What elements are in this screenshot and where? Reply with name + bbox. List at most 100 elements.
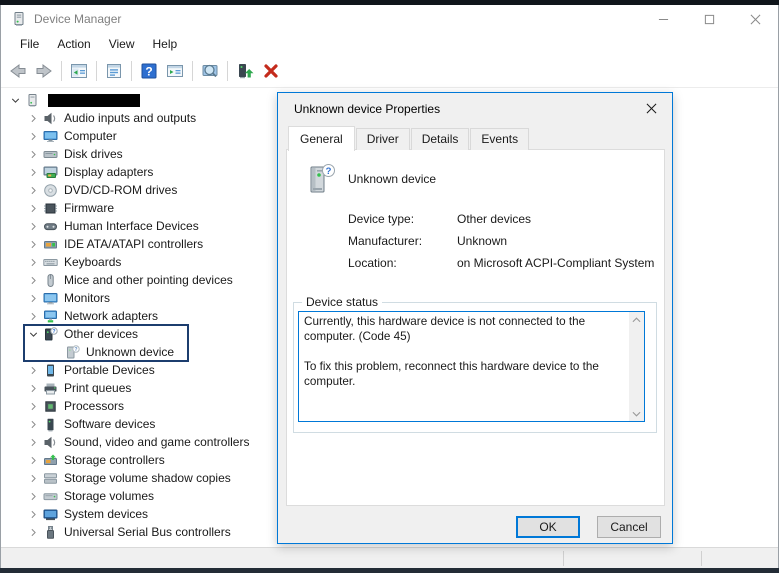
tree-item-label: Firmware bbox=[64, 201, 114, 215]
tree-item-label: Universal Serial Bus controllers bbox=[64, 525, 231, 539]
tab-driver[interactable]: Driver bbox=[356, 128, 410, 150]
chevron-collapsed-icon[interactable] bbox=[25, 110, 41, 126]
chevron-collapsed-icon[interactable] bbox=[25, 128, 41, 144]
cancel-button[interactable]: Cancel bbox=[597, 516, 661, 538]
computer-icon bbox=[43, 129, 58, 144]
close-icon[interactable] bbox=[732, 5, 778, 33]
chevron-collapsed-icon[interactable] bbox=[25, 488, 41, 504]
scan-hardware-changes-icon[interactable] bbox=[232, 58, 258, 84]
maximize-icon[interactable] bbox=[686, 5, 732, 33]
processor-icon bbox=[43, 399, 58, 414]
field-label: Manufacturer: bbox=[348, 234, 457, 248]
tree-item-label: Unknown device bbox=[86, 345, 174, 359]
other-devices-icon: ? bbox=[43, 327, 58, 342]
vertical-scrollbar[interactable] bbox=[629, 312, 644, 421]
console-tree-icon[interactable] bbox=[66, 58, 92, 84]
background-bottom-strip bbox=[0, 568, 779, 573]
ok-button[interactable]: OK bbox=[516, 516, 580, 538]
toolbar-separator bbox=[61, 61, 62, 81]
properties-icon[interactable] bbox=[101, 58, 127, 84]
toolbar-separator bbox=[227, 61, 228, 81]
tab-details[interactable]: Details bbox=[411, 128, 470, 150]
field-value: Unknown bbox=[457, 234, 507, 248]
tab-general[interactable]: General bbox=[288, 126, 355, 151]
device-status-text: Currently, this hardware device is not c… bbox=[299, 312, 628, 421]
scroll-down-icon[interactable] bbox=[629, 406, 644, 421]
forward-icon[interactable] bbox=[31, 58, 57, 84]
tree-item-label: Disk drives bbox=[64, 147, 123, 161]
chevron-collapsed-icon[interactable] bbox=[25, 272, 41, 288]
display-icon bbox=[43, 165, 58, 180]
portable-icon bbox=[43, 363, 58, 378]
tree-item-label: Keyboards bbox=[64, 255, 121, 269]
chevron-collapsed-icon[interactable] bbox=[25, 182, 41, 198]
field-value: on Microsoft ACPI-Compliant System bbox=[457, 256, 654, 270]
sound-icon bbox=[43, 435, 58, 450]
device-name: Unknown device bbox=[348, 172, 436, 186]
chevron-collapsed-icon[interactable] bbox=[25, 164, 41, 180]
chevron-collapsed-icon[interactable] bbox=[25, 434, 41, 450]
disk-icon bbox=[43, 147, 58, 162]
menu-item-help[interactable]: Help bbox=[144, 34, 187, 54]
group-title: Device status bbox=[302, 295, 382, 309]
menu-item-action[interactable]: Action bbox=[48, 34, 99, 54]
device-manager-icon bbox=[11, 11, 27, 27]
field-label: Location: bbox=[348, 256, 457, 270]
menu-bar: FileActionViewHelp bbox=[1, 33, 778, 55]
firmware-icon bbox=[43, 201, 58, 216]
chevron-collapsed-icon[interactable] bbox=[25, 200, 41, 216]
audio-icon bbox=[43, 111, 58, 126]
unknown-device-icon: ? bbox=[65, 345, 80, 360]
chevron-collapsed-icon[interactable] bbox=[25, 470, 41, 486]
toolbar-separator bbox=[131, 61, 132, 81]
chevron-collapsed-icon[interactable] bbox=[25, 308, 41, 324]
tree-item-label: Storage volume shadow copies bbox=[64, 471, 231, 485]
tab-strip: GeneralDriverDetailsEvents bbox=[288, 130, 530, 150]
tree-item-label: Display adapters bbox=[64, 165, 153, 179]
menu-item-file[interactable]: File bbox=[11, 34, 48, 54]
tree-item-label: Audio inputs and outputs bbox=[64, 111, 196, 125]
uninstall-icon[interactable] bbox=[258, 58, 284, 84]
dvd-icon bbox=[43, 183, 58, 198]
svg-text:?: ? bbox=[74, 346, 77, 352]
scroll-up-icon[interactable] bbox=[629, 312, 644, 327]
chevron-collapsed-icon[interactable] bbox=[25, 290, 41, 306]
toolbar-separator bbox=[96, 61, 97, 81]
chevron-collapsed-icon[interactable] bbox=[25, 398, 41, 414]
chevron-collapsed-icon[interactable] bbox=[25, 506, 41, 522]
ide-icon bbox=[43, 237, 58, 252]
chevron-expanded-icon[interactable] bbox=[25, 326, 41, 342]
chevron-collapsed-icon[interactable] bbox=[25, 452, 41, 468]
toolbar: ? bbox=[1, 55, 778, 88]
software-icon bbox=[43, 417, 58, 432]
tree-item-label: System devices bbox=[64, 507, 148, 521]
tree-item-label: Software devices bbox=[64, 417, 155, 431]
dialog-close-icon[interactable] bbox=[635, 95, 667, 121]
field-device-type: Device type:Other devices bbox=[348, 212, 531, 226]
chevron-collapsed-icon[interactable] bbox=[25, 254, 41, 270]
tree-item-label: Human Interface Devices bbox=[64, 219, 199, 233]
minimize-icon[interactable] bbox=[640, 5, 686, 33]
tab-events[interactable]: Events bbox=[470, 128, 529, 150]
chevron-collapsed-icon[interactable] bbox=[25, 380, 41, 396]
chevron-collapsed-icon[interactable] bbox=[25, 146, 41, 162]
redacted-computer-name bbox=[48, 94, 140, 107]
chevron-collapsed-icon[interactable] bbox=[25, 524, 41, 540]
status-bar-separator bbox=[701, 551, 702, 566]
device-status-textbox[interactable]: Currently, this hardware device is not c… bbox=[298, 311, 645, 422]
chevron-collapsed-icon[interactable] bbox=[25, 362, 41, 378]
chevron-collapsed-icon[interactable] bbox=[25, 416, 41, 432]
chevron-collapsed-icon[interactable] bbox=[25, 236, 41, 252]
shadow-copies-icon bbox=[43, 471, 58, 486]
chevron-expanded-icon[interactable] bbox=[7, 92, 23, 108]
device-status-group: Device status Currently, this hardware d… bbox=[293, 302, 657, 433]
storage-controllers-icon bbox=[43, 453, 58, 468]
help-icon[interactable]: ? bbox=[136, 58, 162, 84]
action-pane-icon[interactable] bbox=[162, 58, 188, 84]
back-icon[interactable] bbox=[5, 58, 31, 84]
svg-text:?: ? bbox=[326, 166, 332, 177]
chevron-collapsed-icon[interactable] bbox=[25, 218, 41, 234]
tree-item-label: DVD/CD-ROM drives bbox=[64, 183, 177, 197]
scan-icon[interactable] bbox=[197, 58, 223, 84]
menu-item-view[interactable]: View bbox=[100, 34, 144, 54]
